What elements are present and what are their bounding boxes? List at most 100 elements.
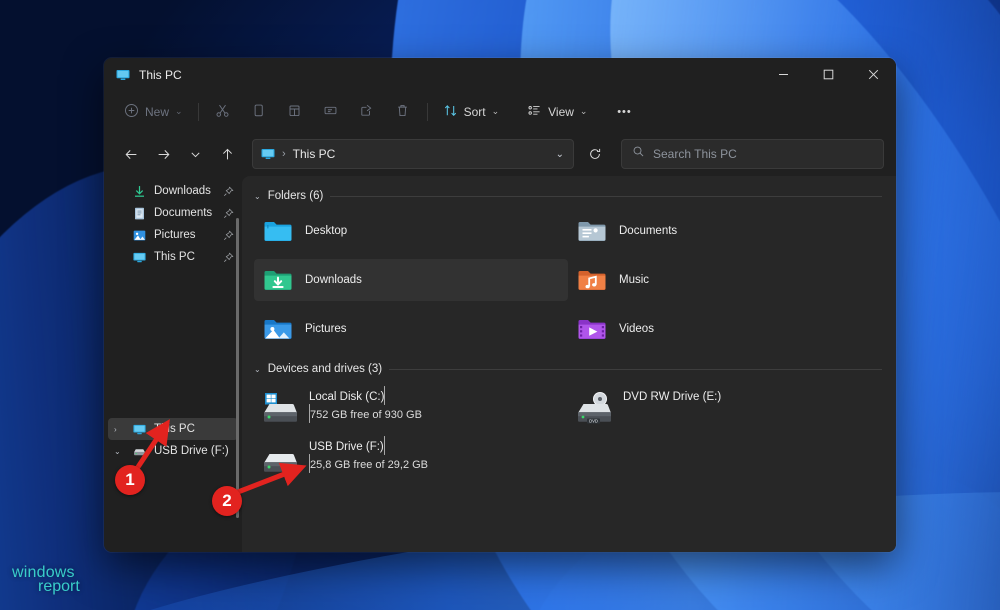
search-icon [632, 145, 645, 163]
sidebar-item-label: Downloads [154, 185, 223, 197]
close-button[interactable] [851, 58, 896, 91]
drive-tile-local-disk-c[interactable]: Local Disk (C:) 752 GB free of 930 GB [254, 383, 568, 427]
window-title: This PC [139, 68, 182, 82]
folder-tile-documents[interactable]: Documents [568, 210, 882, 252]
documents-icon [132, 206, 147, 221]
pictures-icon [132, 228, 147, 243]
delete-button[interactable] [386, 97, 420, 127]
chevron-down-icon[interactable]: ⌄ [254, 365, 261, 374]
folder-music-icon [576, 264, 608, 296]
folder-tile-downloads[interactable]: Downloads [254, 259, 568, 301]
rename-button[interactable] [314, 97, 348, 127]
this-pc-icon [132, 250, 147, 265]
view-list-icon [527, 103, 542, 121]
divider [427, 103, 428, 121]
sidebar-item-this-pc[interactable]: › This PC [108, 418, 238, 440]
folder-tile-label: Downloads [305, 274, 362, 286]
plus-circle-icon [124, 103, 139, 121]
rename-icon [323, 103, 338, 121]
pin-icon[interactable] [223, 186, 234, 197]
folders-group-header[interactable]: ⌄ Folders (6) [254, 188, 882, 204]
share-button[interactable] [350, 97, 384, 127]
address-bar[interactable]: › This PC ⌄ [252, 139, 574, 169]
sidebar-item-pictures[interactable]: Pictures [108, 224, 238, 246]
sidebar-item-usb-drive[interactable]: ⌄ USB Drive (F:) [108, 440, 238, 462]
drives-grid: Local Disk (C:) 752 GB free of 930 GB [254, 383, 882, 483]
folder-tile-desktop[interactable]: Desktop [254, 210, 568, 252]
folder-videos-icon [576, 313, 608, 345]
chevron-down-icon[interactable]: ⌄ [254, 192, 261, 201]
back-button[interactable] [116, 139, 146, 169]
watermark: windows report [12, 565, 80, 595]
drive-info: USB Drive (F:) 25,8 GB free of 29,2 GB [309, 435, 560, 473]
drive-tile-dvd-rw-e[interactable]: DVD DVD RW Drive (E:) [568, 383, 882, 427]
this-pc-icon [132, 422, 147, 437]
sidebar-item-label: Documents [154, 207, 223, 219]
paste-button[interactable] [278, 97, 312, 127]
copy-icon [251, 103, 266, 121]
chevron-right-icon[interactable]: › [114, 418, 117, 440]
chevron-down-icon: ⌄ [492, 106, 500, 117]
folder-tile-label: Videos [619, 323, 654, 335]
up-button[interactable] [212, 139, 242, 169]
drive-tile-usb-drive-f[interactable]: USB Drive (F:) 25,8 GB free of 29,2 GB [254, 433, 568, 477]
devices-group-title: Devices and drives (3) [268, 363, 382, 375]
chevron-down-icon: ⌄ [175, 106, 183, 117]
watermark-line-2: report [38, 579, 80, 595]
sidebar-scrollbar[interactable] [236, 218, 239, 518]
this-pc-icon [115, 67, 131, 83]
cut-button[interactable] [206, 97, 240, 127]
maximize-button[interactable] [806, 58, 851, 91]
pin-icon[interactable] [223, 230, 234, 241]
chevron-down-icon[interactable]: ⌄ [114, 440, 121, 462]
ellipsis-icon: ••• [617, 106, 632, 118]
scissors-icon [215, 103, 230, 121]
divider [198, 103, 199, 121]
sidebar-item-documents[interactable]: Documents [108, 202, 238, 224]
folder-tile-label: Pictures [305, 323, 347, 335]
more-options-button[interactable]: ••• [607, 97, 641, 127]
drive-free-space: 752 GB free of 930 GB [310, 409, 422, 421]
new-button[interactable]: New ⌄ [116, 97, 191, 127]
drive-info: Local Disk (C:) 752 GB free of 930 GB [309, 385, 560, 423]
sidebar-item-label: This PC [154, 251, 223, 263]
search-placeholder: Search This PC [653, 147, 737, 161]
new-button-label: New [145, 105, 169, 119]
chevron-down-icon[interactable]: ⌄ [556, 149, 567, 160]
sidebar-item-label: This PC [154, 423, 234, 435]
folder-pictures-icon [262, 313, 294, 345]
folder-tile-label: Desktop [305, 225, 347, 237]
divider [389, 369, 882, 370]
pin-icon[interactable] [223, 252, 234, 263]
pin-icon[interactable] [223, 208, 234, 219]
devices-group-header[interactable]: ⌄ Devices and drives (3) [254, 361, 882, 377]
folder-tile-pictures[interactable]: Pictures [254, 308, 568, 350]
copy-button[interactable] [242, 97, 276, 127]
minimize-button[interactable] [761, 58, 806, 91]
breadcrumb-separator: › [282, 148, 286, 160]
title-group: This PC [104, 67, 182, 83]
forward-button[interactable] [148, 139, 178, 169]
search-input[interactable]: Search This PC [621, 139, 884, 169]
drive-name: Local Disk (C:) [309, 391, 384, 403]
navigation-pane: Downloads Documents [104, 176, 242, 552]
folder-tile-label: Documents [619, 225, 677, 237]
share-icon [359, 103, 374, 121]
usb-drive-large-icon [262, 441, 300, 475]
sidebar-item-downloads[interactable]: Downloads [108, 180, 238, 202]
breadcrumb-path[interactable]: This PC [293, 147, 556, 161]
navigation-bar: › This PC ⌄ Search This PC [104, 132, 896, 176]
folder-tile-music[interactable]: Music [568, 259, 882, 301]
refresh-button[interactable] [580, 139, 610, 169]
recent-locations-button[interactable] [180, 139, 210, 169]
downloads-icon [132, 184, 147, 199]
folder-documents-icon [576, 215, 608, 247]
window-body: Downloads Documents [104, 176, 896, 552]
folder-tile-label: Music [619, 274, 649, 286]
folder-tile-videos[interactable]: Videos [568, 308, 882, 350]
chevron-down-icon: ⌄ [580, 106, 588, 117]
this-pc-icon [260, 146, 276, 162]
sidebar-item-this-pc-quick[interactable]: This PC [108, 246, 238, 268]
view-button[interactable]: View ⌄ [519, 97, 595, 127]
sort-button[interactable]: Sort ⌄ [435, 97, 508, 127]
